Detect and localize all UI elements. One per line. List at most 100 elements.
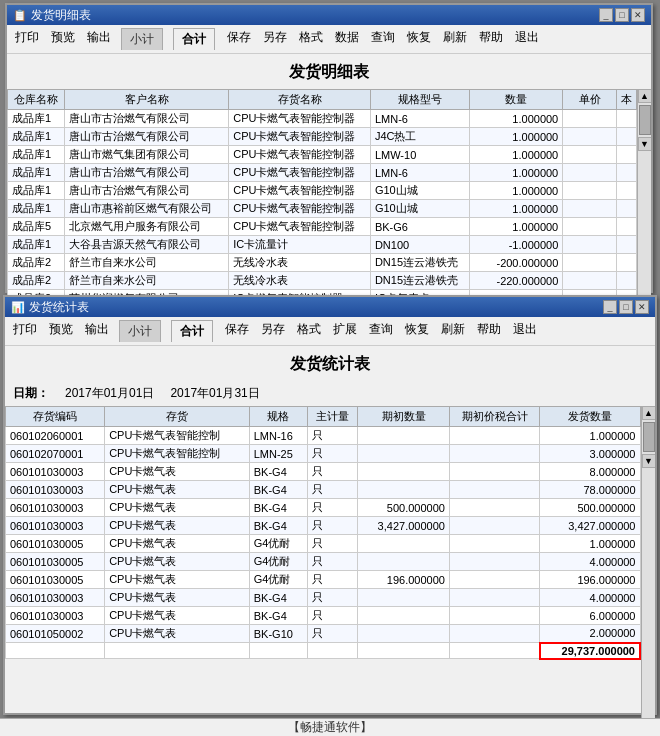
table-cell: 060101030003 <box>6 517 105 535</box>
toolbar-print-1[interactable]: 打印 <box>13 28 41 50</box>
toolbar-save-1[interactable]: 保存 <box>225 28 253 50</box>
scroll-thumb-2[interactable] <box>643 422 655 452</box>
table-cell: 1.000000 <box>470 146 563 164</box>
table-cell: 唐山市古治燃气有限公司 <box>65 110 229 128</box>
window-controls-1: _ □ ✕ <box>599 8 645 22</box>
table-cell: 无线冷水表 <box>229 272 371 290</box>
maximize-btn-2[interactable]: □ <box>619 300 633 314</box>
toolbar-preview-1[interactable]: 预览 <box>49 28 77 50</box>
table-cell: 成品库1 <box>8 146 65 164</box>
table-row: 060101030003CPU卡燃气表BK-G4只78.000000 <box>6 481 641 499</box>
table-cell: 060101030003 <box>6 481 105 499</box>
table-cell: CPU卡燃气表智能控制器 <box>229 146 371 164</box>
toolbar-query-1[interactable]: 查询 <box>369 28 397 50</box>
table-cell: 060101030003 <box>6 607 105 625</box>
tab-total-1[interactable]: 合计 <box>173 28 215 50</box>
table-cell: G4优耐 <box>249 571 307 589</box>
table-cell: G10山城 <box>370 182 469 200</box>
scroll-up-1[interactable]: ▲ <box>638 89 652 103</box>
table-row: 060102070001CPU卡燃气表智能控制LMN-25只3.000000 <box>6 445 641 463</box>
minimize-btn-1[interactable]: _ <box>599 8 613 22</box>
toolbar-help-1[interactable]: 帮助 <box>477 28 505 50</box>
col-customer: 客户名称 <box>65 90 229 110</box>
scroll-down-2[interactable]: ▼ <box>642 454 656 468</box>
toolbar-save-2[interactable]: 保存 <box>223 320 251 342</box>
table-row: 060101030005CPU卡燃气表G4优耐只196.000000196.00… <box>6 571 641 589</box>
toolbar-restore-1[interactable]: 恢复 <box>405 28 433 50</box>
table-cell: CPU卡燃气表智能控制器 <box>229 110 371 128</box>
table-cell <box>617 200 637 218</box>
table-cell: CPU卡燃气表智能控制器 <box>229 200 371 218</box>
table-scroll-fhdetail[interactable]: 仓库名称 客户名称 存货名称 规格型号 数量 单价 本 成品库1唐山市古治燃气有… <box>7 89 637 298</box>
table-cell: 成品库1 <box>8 236 65 254</box>
toolbar-export-2[interactable]: 输出 <box>83 320 111 342</box>
col-ship-qty: 发货数量 <box>540 407 640 427</box>
toolbar-expand-2[interactable]: 扩展 <box>331 320 359 342</box>
table-cell <box>358 607 450 625</box>
table-cell <box>449 571 539 589</box>
table-cell: 4.000000 <box>540 553 640 571</box>
close-btn-1[interactable]: ✕ <box>631 8 645 22</box>
toolbar-format-2[interactable]: 格式 <box>295 320 323 342</box>
scroll-up-2[interactable]: ▲ <box>642 406 656 420</box>
toolbar-refresh-2[interactable]: 刷新 <box>439 320 467 342</box>
toolbar-saveas-2[interactable]: 另存 <box>259 320 287 342</box>
table-cell: 1.000000 <box>470 110 563 128</box>
table-cell <box>358 463 450 481</box>
toolbar-format-1[interactable]: 格式 <box>297 28 325 50</box>
scrollbar-v-2[interactable]: ▲ ▼ <box>641 406 655 720</box>
table-scroll-fhstat[interactable]: 存货编码 存货 规格 主计量 期初数量 期初价税合计 发货数量 06010206… <box>5 406 641 720</box>
scrollbar-v-1[interactable]: ▲ ▼ <box>637 89 651 298</box>
toolbar-saveas-1[interactable]: 另存 <box>261 28 289 50</box>
table-cell: CPU卡燃气表 <box>105 535 250 553</box>
table-cell <box>563 110 617 128</box>
toolbar-preview-2[interactable]: 预览 <box>47 320 75 342</box>
tab-subtotal-2[interactable]: 小计 <box>119 320 161 342</box>
toolbar-exit-1[interactable]: 退出 <box>513 28 541 50</box>
table-cell: CPU卡燃气表 <box>105 499 250 517</box>
minimize-btn-2[interactable]: _ <box>603 300 617 314</box>
maximize-btn-1[interactable]: □ <box>615 8 629 22</box>
table-cell: G4优耐 <box>249 535 307 553</box>
toolbar-query-2[interactable]: 查询 <box>367 320 395 342</box>
col-init-qty: 期初数量 <box>358 407 450 427</box>
table-cell: CPU卡燃气表 <box>105 553 250 571</box>
table-cell <box>358 553 450 571</box>
toolbar-data-1[interactable]: 数据 <box>333 28 361 50</box>
table-cell: CPU卡燃气表 <box>105 589 250 607</box>
scroll-down-1[interactable]: ▼ <box>638 137 652 151</box>
toolbar-export-1[interactable]: 输出 <box>85 28 113 50</box>
col-price: 单价 <box>563 90 617 110</box>
table-cell: 唐山市惠裕前区燃气有限公司 <box>65 200 229 218</box>
table-cell <box>617 128 637 146</box>
table-cell: CPU卡燃气表 <box>105 571 250 589</box>
table-cell: 3,427.000000 <box>540 517 640 535</box>
toolbar-refresh-1[interactable]: 刷新 <box>441 28 469 50</box>
table-cell: J4C热工 <box>370 128 469 146</box>
table-cell: LMN-16 <box>249 427 307 445</box>
table-cell: 060101030005 <box>6 571 105 589</box>
table-cell: 2.000000 <box>540 625 640 643</box>
table-cell <box>358 445 450 463</box>
tab-subtotal-1[interactable]: 小计 <box>121 28 163 50</box>
scroll-thumb-1[interactable] <box>639 105 651 135</box>
toolbar-restore-2[interactable]: 恢复 <box>403 320 431 342</box>
table-row: 成品库5北京燃气用户服务有限公司CPU卡燃气表智能控制器BK-G61.00000… <box>8 218 637 236</box>
table-cell: 3.000000 <box>540 445 640 463</box>
table-cell: 北京燃气用户服务有限公司 <box>65 218 229 236</box>
col-qty: 数量 <box>470 90 563 110</box>
table-cell: -1.000000 <box>470 236 563 254</box>
toolbar-help-2[interactable]: 帮助 <box>475 320 503 342</box>
close-btn-2[interactable]: ✕ <box>635 300 649 314</box>
tab-total-2[interactable]: 合计 <box>171 320 213 342</box>
table-cell: 060101030005 <box>6 553 105 571</box>
table-cell <box>449 445 539 463</box>
toolbar-exit-2[interactable]: 退出 <box>511 320 539 342</box>
table-row: 060101030003CPU卡燃气表BK-G4只500.000000500.0… <box>6 499 641 517</box>
table-cell: 196.000000 <box>540 571 640 589</box>
toolbar-print-2[interactable]: 打印 <box>11 320 39 342</box>
col-ben: 本 <box>617 90 637 110</box>
table-row: 060101030003CPU卡燃气表BK-G4只3,427.0000003,4… <box>6 517 641 535</box>
table-area-fhdetail: 仓库名称 客户名称 存货名称 规格型号 数量 单价 本 成品库1唐山市古治燃气有… <box>7 89 651 298</box>
table-cell <box>449 607 539 625</box>
